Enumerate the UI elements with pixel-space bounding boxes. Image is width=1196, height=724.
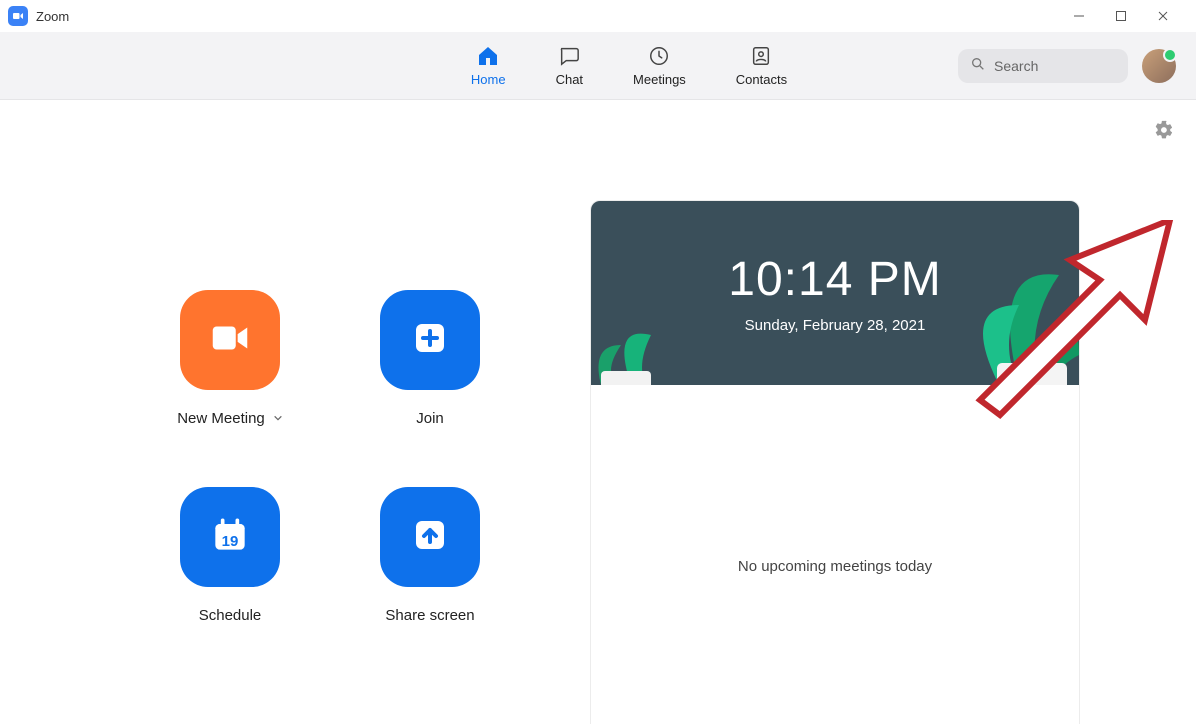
no-meetings-text: No upcoming meetings today [738,558,932,575]
avatar[interactable] [1142,49,1176,83]
clock-icon [647,44,671,68]
nav-tab-label: Meetings [633,72,686,87]
share-arrow-icon [406,511,454,564]
new-meeting-label[interactable]: New Meeting [177,410,283,427]
zoom-logo-icon [8,6,28,26]
settings-button[interactable] [1154,120,1174,140]
join-button[interactable] [380,290,480,390]
clock-date: Sunday, February 28, 2021 [745,317,926,334]
schedule-label: Schedule [199,607,262,624]
nav-tab-chat[interactable]: Chat [556,44,583,87]
plant-decor-icon [591,305,711,385]
nav-tab-label: Chat [556,72,583,87]
close-button[interactable] [1156,0,1170,32]
meetings-area: No upcoming meetings today [591,385,1079,724]
share-screen-label: Share screen [385,607,474,624]
nav-tab-contacts[interactable]: Contacts [736,44,787,87]
search-icon [970,56,986,75]
calendar-icon: 19 [208,513,252,562]
join-label: Join [416,410,444,427]
minimize-button[interactable] [1072,0,1086,32]
video-icon [207,315,253,366]
search-placeholder: Search [994,58,1038,74]
search-input[interactable]: Search [958,49,1128,83]
right-panel: 10:14 PM Sunday, February 28, 2021 No up… [590,200,1080,724]
nav-tab-home[interactable]: Home [471,44,506,87]
home-icon [476,44,500,68]
action-share-screen: Share screen [330,487,530,624]
action-new-meeting: New Meeting [130,290,330,427]
new-meeting-button[interactable] [180,290,280,390]
schedule-button[interactable]: 19 [180,487,280,587]
nav-tab-label: Contacts [736,72,787,87]
action-schedule: 19 Schedule [130,487,330,624]
window-title: Zoom [36,9,69,24]
plant-decor-icon [929,245,1079,385]
nav-tab-label: Home [471,72,506,87]
chevron-down-icon [273,410,283,427]
time-header: 10:14 PM Sunday, February 28, 2021 [591,201,1079,385]
nav-tab-meetings[interactable]: Meetings [633,44,686,87]
share-screen-button[interactable] [380,487,480,587]
content-area: New Meeting Join 19 Schedule [0,100,1196,724]
plus-icon [406,314,454,367]
window-controls [1072,0,1188,32]
chat-icon [557,44,581,68]
action-join: Join [330,290,530,427]
clock-time: 10:14 PM [728,252,941,307]
actions-grid: New Meeting Join 19 Schedule [130,290,550,624]
nav-bar: Home Chat Meetings Contacts Search [0,32,1196,100]
maximize-button[interactable] [1114,0,1128,32]
title-bar: Zoom [0,0,1196,32]
contacts-icon [749,44,773,68]
